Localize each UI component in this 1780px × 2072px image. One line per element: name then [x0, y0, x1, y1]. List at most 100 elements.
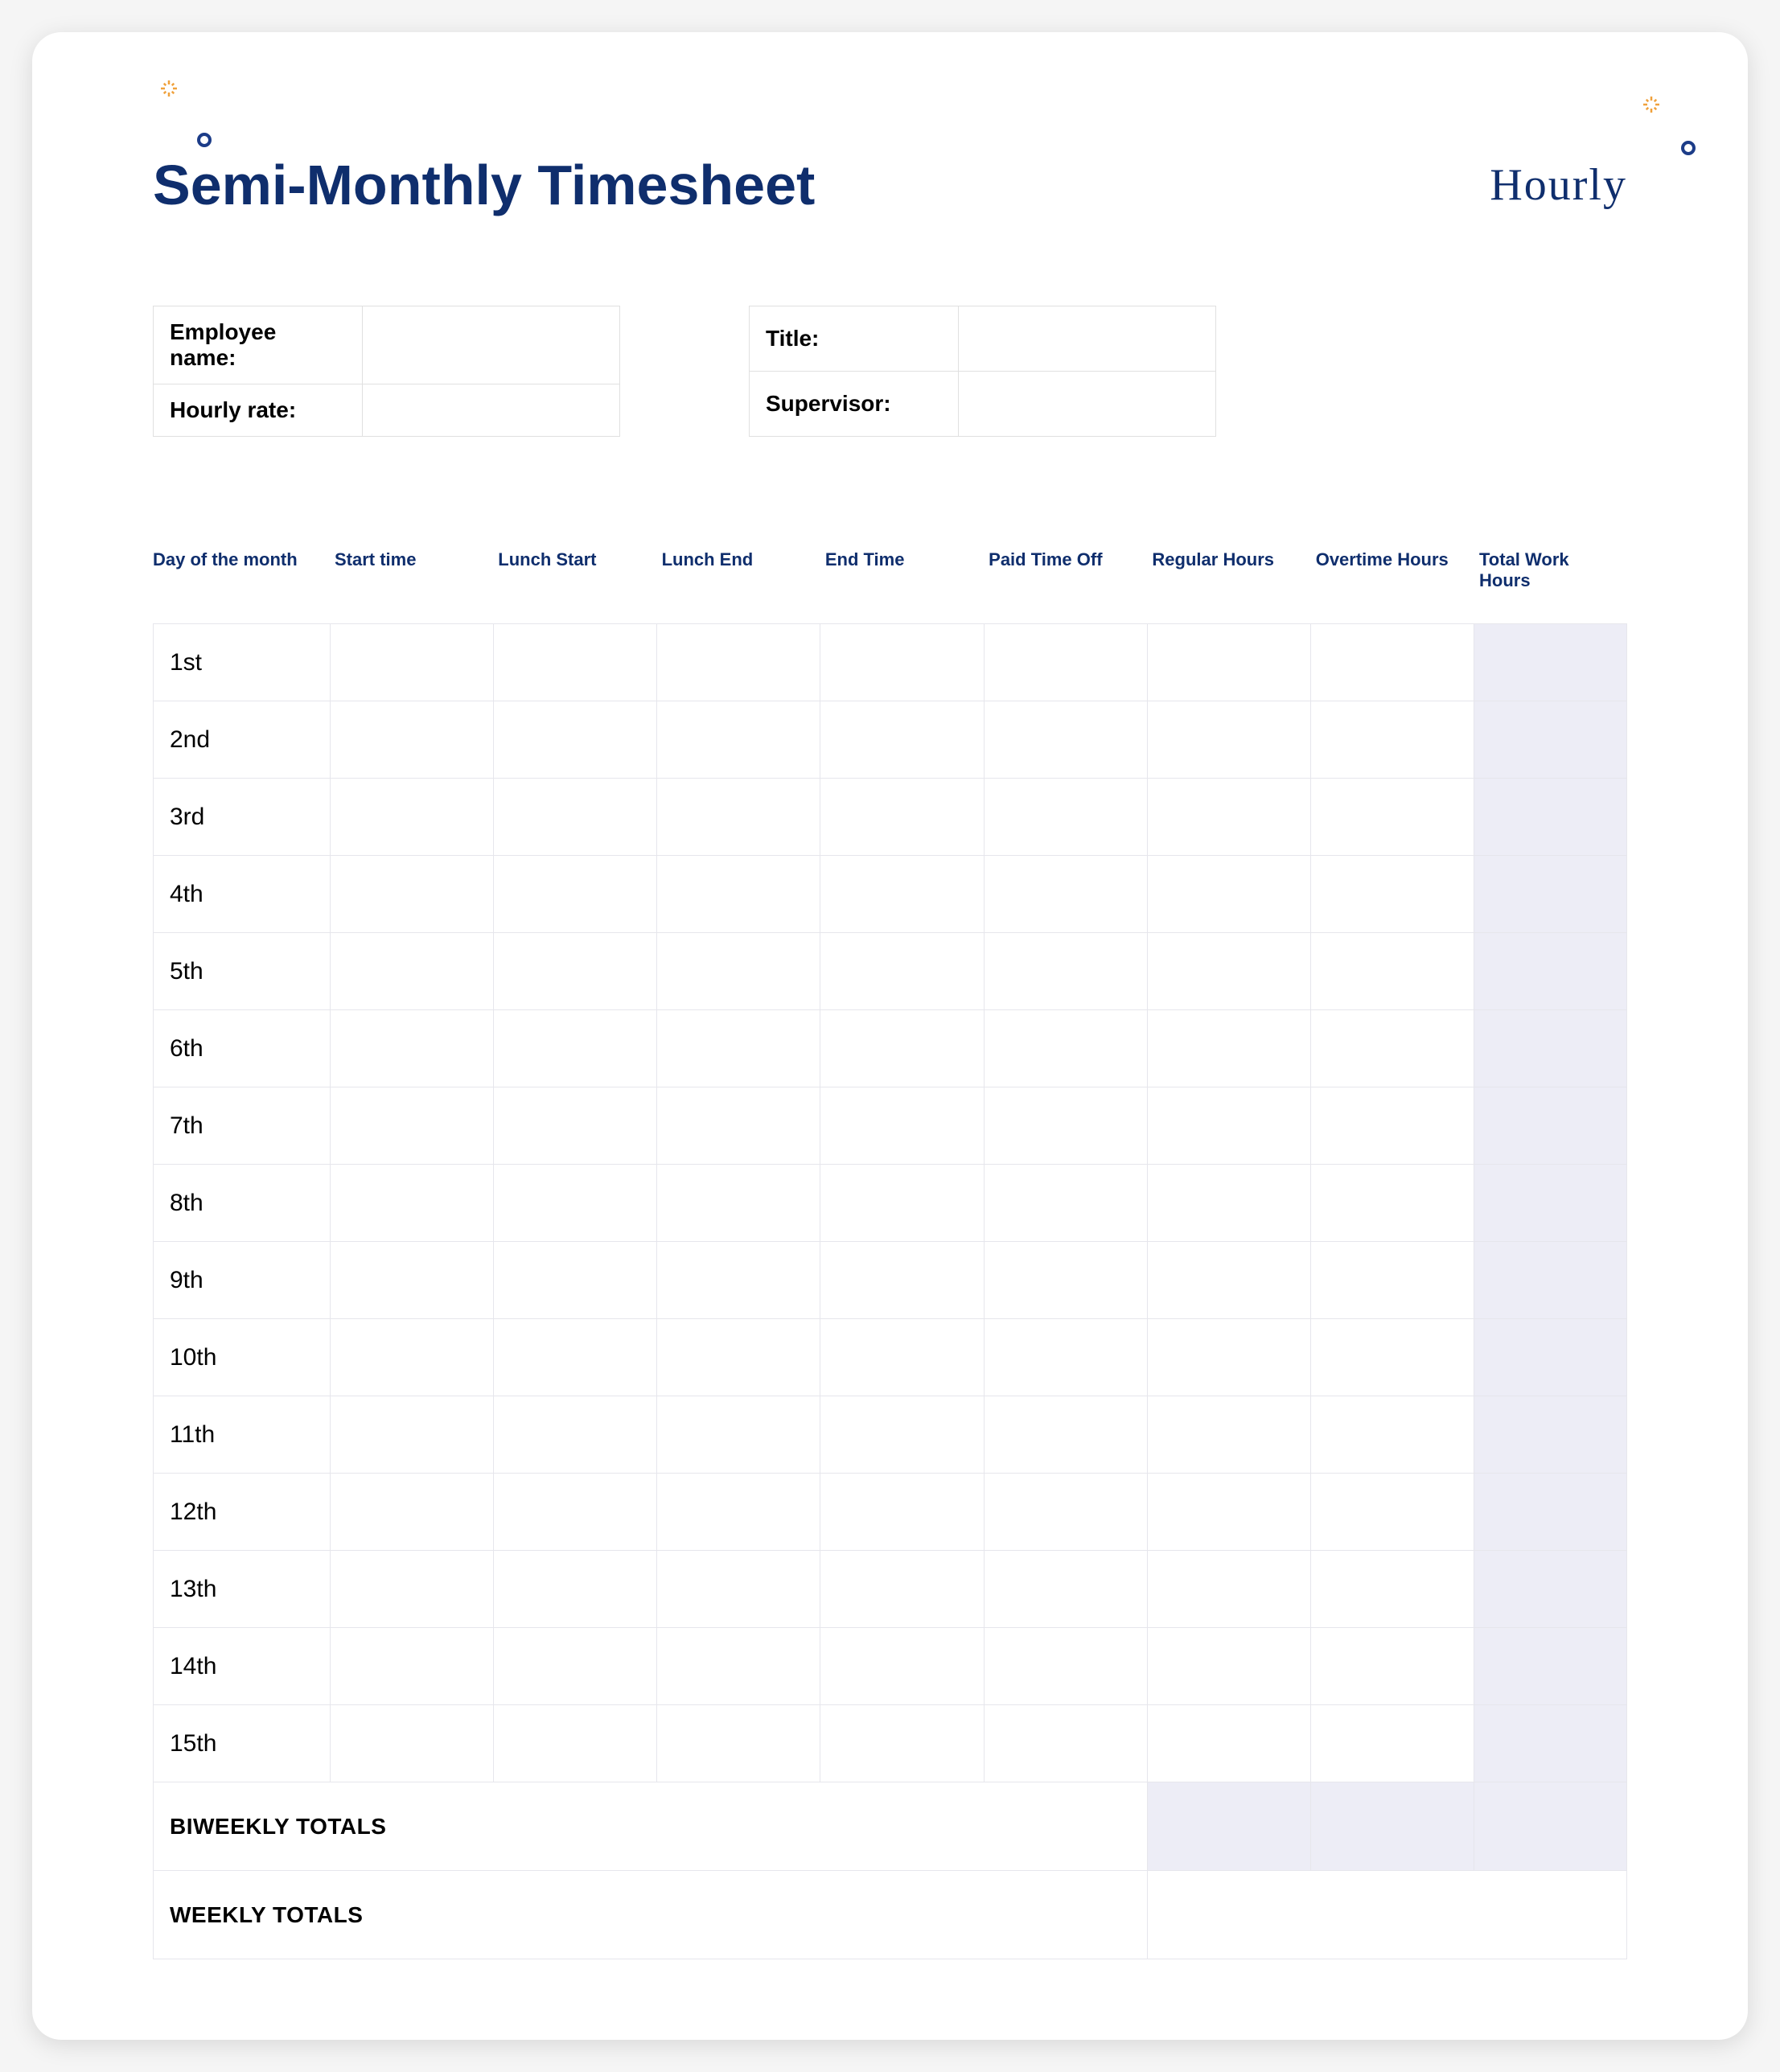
- time-cell[interactable]: [820, 933, 984, 1010]
- total-work-hours-cell[interactable]: [1474, 1242, 1627, 1319]
- time-cell[interactable]: [494, 624, 657, 701]
- time-cell[interactable]: [1310, 624, 1474, 701]
- time-cell[interactable]: [331, 779, 494, 856]
- time-cell[interactable]: [494, 701, 657, 779]
- time-cell[interactable]: [1147, 1474, 1310, 1551]
- time-cell[interactable]: [820, 1319, 984, 1396]
- time-cell[interactable]: [494, 1087, 657, 1165]
- time-cell[interactable]: [331, 1319, 494, 1396]
- time-cell[interactable]: [331, 1165, 494, 1242]
- time-cell[interactable]: [1147, 1551, 1310, 1628]
- time-cell[interactable]: [820, 1396, 984, 1474]
- time-cell[interactable]: [657, 1319, 820, 1396]
- time-cell[interactable]: [1310, 701, 1474, 779]
- time-cell[interactable]: [331, 856, 494, 933]
- time-cell[interactable]: [984, 1474, 1147, 1551]
- time-cell[interactable]: [657, 779, 820, 856]
- time-cell[interactable]: [1310, 1242, 1474, 1319]
- time-cell[interactable]: [1147, 1087, 1310, 1165]
- time-cell[interactable]: [494, 1705, 657, 1782]
- time-cell[interactable]: [331, 933, 494, 1010]
- time-cell[interactable]: [494, 1396, 657, 1474]
- time-cell[interactable]: [1147, 1165, 1310, 1242]
- total-work-hours-cell[interactable]: [1474, 779, 1627, 856]
- total-work-hours-cell[interactable]: [1474, 1551, 1627, 1628]
- supervisor-value[interactable]: [959, 372, 1216, 437]
- time-cell[interactable]: [331, 701, 494, 779]
- time-cell[interactable]: [494, 933, 657, 1010]
- time-cell[interactable]: [331, 1705, 494, 1782]
- time-cell[interactable]: [331, 1474, 494, 1551]
- time-cell[interactable]: [820, 1474, 984, 1551]
- time-cell[interactable]: [984, 1242, 1147, 1319]
- total-work-hours-cell[interactable]: [1474, 1705, 1627, 1782]
- total-work-hours-cell[interactable]: [1474, 1010, 1627, 1087]
- total-work-hours-cell[interactable]: [1474, 1396, 1627, 1474]
- time-cell[interactable]: [984, 1705, 1147, 1782]
- time-cell[interactable]: [657, 1010, 820, 1087]
- time-cell[interactable]: [657, 1474, 820, 1551]
- time-cell[interactable]: [1147, 779, 1310, 856]
- time-cell[interactable]: [1147, 701, 1310, 779]
- time-cell[interactable]: [494, 856, 657, 933]
- time-cell[interactable]: [984, 1165, 1147, 1242]
- time-cell[interactable]: [494, 1474, 657, 1551]
- time-cell[interactable]: [331, 1087, 494, 1165]
- time-cell[interactable]: [1147, 1319, 1310, 1396]
- time-cell[interactable]: [331, 624, 494, 701]
- time-cell[interactable]: [820, 1010, 984, 1087]
- biweekly-regular[interactable]: [1147, 1782, 1310, 1871]
- time-cell[interactable]: [1147, 856, 1310, 933]
- hourly-rate-value[interactable]: [363, 384, 620, 437]
- time-cell[interactable]: [1310, 1705, 1474, 1782]
- time-cell[interactable]: [820, 624, 984, 701]
- total-work-hours-cell[interactable]: [1474, 701, 1627, 779]
- time-cell[interactable]: [984, 1628, 1147, 1705]
- time-cell[interactable]: [820, 1242, 984, 1319]
- time-cell[interactable]: [657, 1551, 820, 1628]
- time-cell[interactable]: [984, 1010, 1147, 1087]
- time-cell[interactable]: [984, 1319, 1147, 1396]
- time-cell[interactable]: [657, 1396, 820, 1474]
- time-cell[interactable]: [494, 1242, 657, 1319]
- time-cell[interactable]: [494, 1551, 657, 1628]
- time-cell[interactable]: [1310, 1319, 1474, 1396]
- time-cell[interactable]: [331, 1010, 494, 1087]
- time-cell[interactable]: [657, 1165, 820, 1242]
- time-cell[interactable]: [1310, 1396, 1474, 1474]
- time-cell[interactable]: [1310, 779, 1474, 856]
- total-work-hours-cell[interactable]: [1474, 1319, 1627, 1396]
- time-cell[interactable]: [1147, 933, 1310, 1010]
- time-cell[interactable]: [820, 1165, 984, 1242]
- time-cell[interactable]: [984, 856, 1147, 933]
- time-cell[interactable]: [820, 779, 984, 856]
- time-cell[interactable]: [984, 779, 1147, 856]
- time-cell[interactable]: [331, 1242, 494, 1319]
- time-cell[interactable]: [984, 1551, 1147, 1628]
- time-cell[interactable]: [494, 1165, 657, 1242]
- time-cell[interactable]: [657, 1087, 820, 1165]
- time-cell[interactable]: [1147, 1396, 1310, 1474]
- time-cell[interactable]: [1147, 1242, 1310, 1319]
- time-cell[interactable]: [1310, 1165, 1474, 1242]
- time-cell[interactable]: [657, 1242, 820, 1319]
- time-cell[interactable]: [657, 1705, 820, 1782]
- time-cell[interactable]: [1147, 1705, 1310, 1782]
- time-cell[interactable]: [331, 1628, 494, 1705]
- time-cell[interactable]: [820, 1628, 984, 1705]
- time-cell[interactable]: [331, 1396, 494, 1474]
- time-cell[interactable]: [1310, 1551, 1474, 1628]
- biweekly-total[interactable]: [1474, 1782, 1627, 1871]
- time-cell[interactable]: [820, 1551, 984, 1628]
- time-cell[interactable]: [1310, 1010, 1474, 1087]
- total-work-hours-cell[interactable]: [1474, 1165, 1627, 1242]
- time-cell[interactable]: [1147, 1010, 1310, 1087]
- time-cell[interactable]: [984, 933, 1147, 1010]
- time-cell[interactable]: [657, 701, 820, 779]
- weekly-total[interactable]: [1147, 1871, 1626, 1959]
- time-cell[interactable]: [494, 1319, 657, 1396]
- time-cell[interactable]: [1147, 624, 1310, 701]
- time-cell[interactable]: [657, 856, 820, 933]
- total-work-hours-cell[interactable]: [1474, 856, 1627, 933]
- time-cell[interactable]: [820, 1705, 984, 1782]
